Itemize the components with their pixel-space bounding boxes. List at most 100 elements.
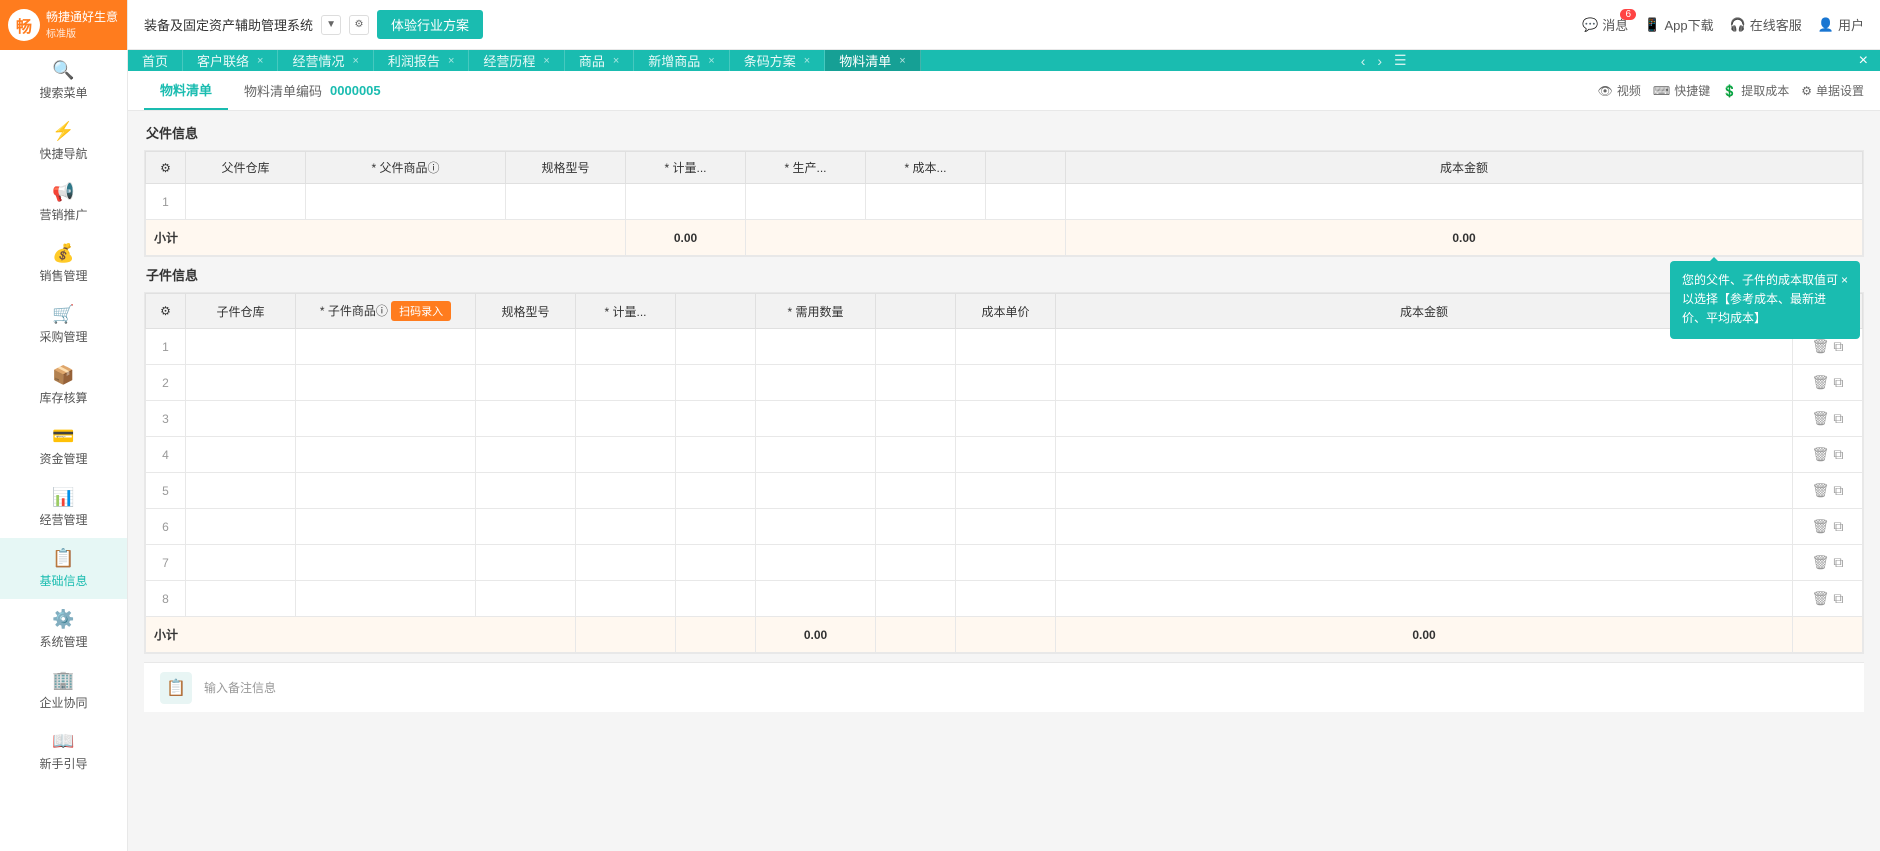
- child-row-6-quantity[interactable]: [756, 509, 876, 545]
- sidebar-item-guide[interactable]: 📖 新手引导: [0, 721, 127, 782]
- child-row-6-unit[interactable]: [576, 509, 676, 545]
- delete-icon-2[interactable]: 🗑: [1812, 374, 1830, 391]
- child-row-2-product[interactable]: [296, 365, 476, 401]
- child-row-2-quantity[interactable]: [756, 365, 876, 401]
- notes-icon[interactable]: 📋: [160, 672, 192, 704]
- child-row-1-spec[interactable]: [476, 329, 576, 365]
- tab-home[interactable]: 首页: [128, 50, 183, 71]
- child-row-2-unit-cost[interactable]: [956, 365, 1056, 401]
- child-row-2-spec[interactable]: [476, 365, 576, 401]
- copy-icon-4[interactable]: ⧉: [1833, 446, 1843, 463]
- child-row-8-warehouse[interactable]: [186, 581, 296, 617]
- child-row-6-unit-cost[interactable]: [956, 509, 1056, 545]
- child-row-3-spec[interactable]: [476, 401, 576, 437]
- copy-icon-3[interactable]: ⧉: [1833, 410, 1843, 427]
- sidebar-item-purchase[interactable]: 🛒 采购管理: [0, 294, 127, 355]
- delete-icon-3[interactable]: 🗑: [1812, 410, 1830, 427]
- child-row-6-product[interactable]: [296, 509, 476, 545]
- delete-icon-4[interactable]: 🗑: [1812, 446, 1830, 463]
- settings-button[interactable]: ⚙: [349, 15, 369, 35]
- delete-icon-8[interactable]: 🗑: [1812, 590, 1830, 607]
- tab-operations-status[interactable]: 经营情况 ×: [278, 50, 373, 71]
- cost-action[interactable]: 💲 提取成本: [1722, 82, 1789, 99]
- child-row-4-spec[interactable]: [476, 437, 576, 473]
- sub-tab-bom-list[interactable]: 物料清单: [144, 71, 228, 110]
- child-row-7-warehouse[interactable]: [186, 545, 296, 581]
- online-service-button[interactable]: 🎧 在线客服: [1730, 15, 1802, 34]
- tab-operations-status-close[interactable]: ×: [352, 55, 358, 67]
- view-action[interactable]: 👁 视频: [1598, 82, 1641, 99]
- child-row-7-unit-cost[interactable]: [956, 545, 1056, 581]
- tab-bom[interactable]: 物料清单 ×: [825, 50, 920, 71]
- tab-barcode-close[interactable]: ×: [804, 55, 810, 67]
- child-row-1-warehouse[interactable]: [186, 329, 296, 365]
- sidebar-item-system[interactable]: ⚙️ 系统管理: [0, 599, 127, 660]
- child-row-7-quantity[interactable]: [756, 545, 876, 581]
- tooltip-close-button[interactable]: ×: [1841, 271, 1848, 290]
- tab-products[interactable]: 商品 ×: [565, 50, 634, 71]
- child-row-3-product[interactable]: [296, 401, 476, 437]
- sidebar-item-operations[interactable]: 📊 经营管理: [0, 477, 127, 538]
- child-row-7-product[interactable]: [296, 545, 476, 581]
- child-row-1-quantity[interactable]: [756, 329, 876, 365]
- user-button[interactable]: 👤 用户: [1818, 15, 1864, 34]
- scan-button[interactable]: 扫码录入: [391, 301, 451, 321]
- child-row-4-product[interactable]: [296, 437, 476, 473]
- child-row-4-quantity[interactable]: [756, 437, 876, 473]
- tab-profit-close[interactable]: ×: [448, 55, 454, 67]
- copy-icon-2[interactable]: ⧉: [1833, 374, 1843, 391]
- tab-customer-close[interactable]: ×: [257, 55, 263, 67]
- sidebar-item-quick-nav[interactable]: ⚡ 快捷导航: [0, 111, 127, 172]
- delete-icon-5[interactable]: 🗑: [1812, 482, 1830, 499]
- child-row-1-unit-cost[interactable]: [956, 329, 1056, 365]
- child-row-5-quantity[interactable]: [756, 473, 876, 509]
- copy-icon-6[interactable]: ⧉: [1833, 518, 1843, 535]
- child-row-6-spec[interactable]: [476, 509, 576, 545]
- child-row-2-unit[interactable]: [576, 365, 676, 401]
- tab-customer[interactable]: 客户联络 ×: [183, 50, 278, 71]
- parent-row-1-product[interactable]: [306, 184, 506, 220]
- close-tab-button[interactable]: ×: [1847, 52, 1880, 70]
- shortcut-action[interactable]: ⌨ 快捷键: [1653, 82, 1710, 99]
- child-row-5-spec[interactable]: [476, 473, 576, 509]
- tab-new-product-close[interactable]: ×: [708, 55, 714, 67]
- copy-icon-5[interactable]: ⧉: [1833, 482, 1843, 499]
- child-row-8-unit[interactable]: [576, 581, 676, 617]
- tab-products-close[interactable]: ×: [613, 55, 619, 67]
- child-row-8-spec[interactable]: [476, 581, 576, 617]
- expand-button[interactable]: ▼: [321, 15, 341, 35]
- child-row-5-unit-cost[interactable]: [956, 473, 1056, 509]
- child-row-4-unit-cost[interactable]: [956, 437, 1056, 473]
- sidebar-item-marketing[interactable]: 📢 营销推广: [0, 172, 127, 233]
- nav-next-btn[interactable]: ›: [1373, 51, 1386, 71]
- child-row-3-unit-cost[interactable]: [956, 401, 1056, 437]
- child-row-7-unit[interactable]: [576, 545, 676, 581]
- tab-profit[interactable]: 利润报告 ×: [374, 50, 469, 71]
- child-row-3-quantity[interactable]: [756, 401, 876, 437]
- child-row-5-warehouse[interactable]: [186, 473, 296, 509]
- sidebar-item-finance[interactable]: 💳 资金管理: [0, 416, 127, 477]
- tab-history-close[interactable]: ×: [543, 55, 549, 67]
- tab-barcode[interactable]: 条码方案 ×: [730, 50, 825, 71]
- parent-row-1-cost[interactable]: [866, 184, 986, 220]
- child-row-8-unit-cost[interactable]: [956, 581, 1056, 617]
- child-row-4-warehouse[interactable]: [186, 437, 296, 473]
- child-row-8-product[interactable]: [296, 581, 476, 617]
- parent-row-1-production[interactable]: [746, 184, 866, 220]
- nav-menu-btn[interactable]: ☰: [1390, 50, 1411, 71]
- child-row-5-product[interactable]: [296, 473, 476, 509]
- child-row-8-quantity[interactable]: [756, 581, 876, 617]
- delete-icon-1[interactable]: 🗑: [1812, 338, 1830, 355]
- sidebar-item-enterprise[interactable]: 🏢 企业协同: [0, 660, 127, 721]
- child-row-4-unit[interactable]: [576, 437, 676, 473]
- copy-icon-7[interactable]: ⧉: [1833, 554, 1843, 571]
- tab-bom-close[interactable]: ×: [899, 55, 905, 67]
- copy-icon-1[interactable]: ⧉: [1833, 338, 1843, 355]
- experience-button[interactable]: 体验行业方案: [377, 10, 483, 39]
- app-download-button[interactable]: 📱 App下载: [1644, 15, 1713, 34]
- child-row-3-unit[interactable]: [576, 401, 676, 437]
- sidebar-item-basic-info[interactable]: 📋 基础信息: [0, 538, 127, 599]
- copy-icon-8[interactable]: ⧉: [1833, 590, 1843, 607]
- sidebar-item-search[interactable]: 🔍 搜索菜单: [0, 50, 127, 111]
- tab-history[interactable]: 经营历程 ×: [469, 50, 564, 71]
